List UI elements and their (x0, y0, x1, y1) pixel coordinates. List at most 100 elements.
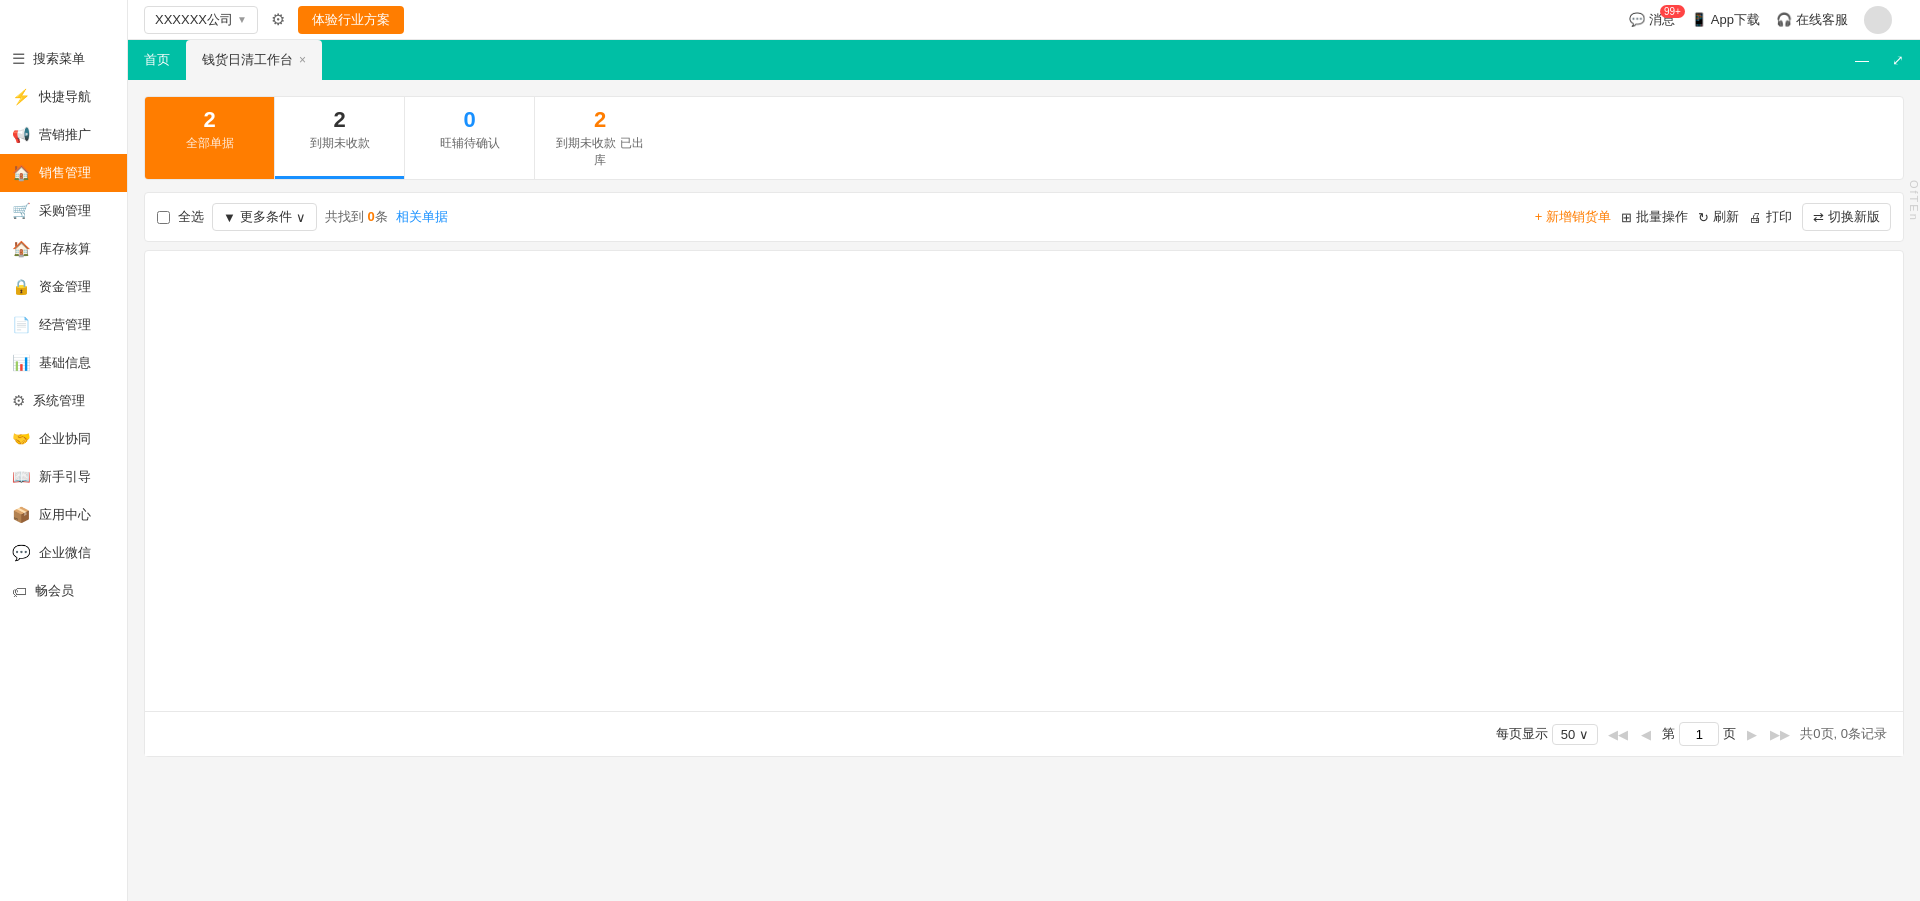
tab-home[interactable]: 首页 (128, 40, 186, 80)
company-dropdown-arrow: ▼ (237, 14, 247, 25)
settings-button[interactable]: ⚙ (264, 6, 292, 34)
inventory-icon: 🏠 (12, 240, 31, 258)
switch-label: 切换新版 (1828, 208, 1880, 226)
found-count: 0 (368, 209, 375, 224)
tab-qianhuoricin-label: 钱货日清工作台 (202, 51, 293, 69)
message-button[interactable]: 💬 消息 99+ (1629, 11, 1675, 29)
stats-overdue-count: 2 (291, 107, 388, 133)
purchase-icon: 🛒 (12, 202, 31, 220)
company-selector[interactable]: XXXXXX公司 ▼ (144, 6, 258, 34)
sidebar-item-enterprise[interactable]: 🤝 企业协同 (0, 420, 127, 458)
online-service-label: 在线客服 (1796, 11, 1848, 29)
sidebar-basicinfo-label: 基础信息 (39, 354, 91, 372)
beginner-icon: 📖 (12, 468, 31, 486)
finance-icon: 🔒 (12, 278, 31, 296)
nav-tabs: 首页 钱货日清工作台 × — ⤢ (128, 40, 1920, 80)
select-all-label: 全选 (178, 208, 204, 226)
select-all-checkbox[interactable] (157, 211, 170, 224)
toolbar: 全选 ▼ 更多条件 ∨ 共找到 0条 相关单据 + 新增销货单 ⊞ 批量操作 ↻… (144, 192, 1904, 242)
sales-icon: 🏠 (12, 164, 31, 182)
related-orders-link[interactable]: 相关单据 (396, 208, 448, 226)
per-page-arrow: ∨ (1579, 727, 1589, 742)
print-label: 打印 (1766, 208, 1792, 226)
stats-tab-overdue[interactable]: 2 到期未收款 (275, 97, 405, 179)
stats-tabs: 2 全部单据 2 到期未收款 0 旺辅待确认 2 到期未收款 已出库 (144, 96, 1904, 180)
tab-home-label: 首页 (144, 51, 170, 69)
sidebar-item-operations[interactable]: 📄 经营管理 (0, 306, 127, 344)
add-order-button[interactable]: + 新增销货单 (1535, 208, 1611, 226)
sidebar-item-wechat[interactable]: 💬 企业微信 (0, 534, 127, 572)
more-filter-button[interactable]: ▼ 更多条件 ∨ (212, 203, 317, 231)
sidebar-beginner-label: 新手引导 (39, 468, 91, 486)
search-menu-icon: ☰ (12, 50, 25, 68)
toolbar-right: + 新增销货单 ⊞ 批量操作 ↻ 刷新 🖨 打印 ⇄ 切换新版 (1535, 203, 1891, 231)
sidebar-item-quicknav[interactable]: ⚡ 快捷导航 (0, 78, 127, 116)
company-name: XXXXXX公司 (155, 11, 233, 29)
operations-icon: 📄 (12, 316, 31, 334)
app-download-button[interactable]: 📱 App下载 (1691, 11, 1760, 29)
member-icon: 🏷 (12, 583, 27, 600)
page-input[interactable] (1679, 722, 1719, 746)
message-icon: 💬 (1629, 12, 1645, 27)
stats-overdue-shipped-label: 到期未收款 已出库 (551, 135, 649, 169)
sidebar-item-purchase[interactable]: 🛒 采购管理 (0, 192, 127, 230)
tab-qianhuoricin[interactable]: 钱货日清工作台 × (186, 40, 322, 80)
stats-all-label: 全部单据 (161, 135, 258, 152)
total-text: 共0页, 0条记录 (1800, 725, 1887, 743)
sidebar-search-label: 搜索菜单 (33, 50, 85, 68)
refresh-icon: ↻ (1698, 210, 1709, 225)
first-page-button[interactable]: ◀◀ (1606, 722, 1630, 746)
appcenter-icon: 📦 (12, 506, 31, 524)
sidebar-item-search[interactable]: ☰ 搜索菜单 (0, 40, 127, 78)
marketing-icon: 📢 (12, 126, 31, 144)
stats-tab-pending[interactable]: 0 旺辅待确认 (405, 97, 535, 179)
sidebar-quicknav-label: 快捷导航 (39, 88, 91, 106)
stats-tab-overdue-shipped[interactable]: 2 到期未收款 已出库 (535, 97, 665, 179)
sidebar-appcenter-label: 应用中心 (39, 506, 91, 524)
prev-page-button[interactable]: ◀ (1634, 722, 1658, 746)
tab-maximize-button[interactable]: ⤢ (1884, 46, 1912, 74)
system-icon: ⚙ (12, 392, 25, 410)
top-bar-right: 💬 消息 99+ 📱 App下载 🎧 在线客服 (1629, 6, 1908, 34)
experience-button[interactable]: 体验行业方案 (298, 6, 404, 34)
sidebar-item-marketing[interactable]: 📢 营销推广 (0, 116, 127, 154)
tab-minimize-button[interactable]: — (1848, 46, 1876, 74)
sidebar-item-sales[interactable]: 🏠 销售管理 (0, 154, 127, 192)
sidebar-item-basicinfo[interactable]: 📊 基础信息 (0, 344, 127, 382)
page-suffix: 页 (1723, 725, 1736, 743)
sidebar-sales-label: 销售管理 (39, 164, 91, 182)
refresh-button[interactable]: ↻ 刷新 (1698, 208, 1739, 226)
stats-overdue-label: 到期未收款 (291, 135, 388, 152)
print-icon: 🖨 (1749, 210, 1762, 225)
sidebar-item-inventory[interactable]: 🏠 库存核算 (0, 230, 127, 268)
app-download-icon: 📱 (1691, 12, 1707, 27)
message-badge: 99+ (1660, 5, 1685, 18)
sidebar: ☰ 搜索菜单 ⚡ 快捷导航 📢 营销推广 🏠 销售管理 🛒 采购管理 🏠 库存核… (0, 0, 128, 901)
user-avatar[interactable] (1864, 6, 1892, 34)
batch-operation-button[interactable]: ⊞ 批量操作 (1621, 208, 1688, 226)
sidebar-item-appcenter[interactable]: 📦 应用中心 (0, 496, 127, 534)
per-page-selector: 每页显示 50 ∨ (1496, 724, 1598, 745)
stats-tab-all[interactable]: 2 全部单据 (145, 97, 275, 179)
filter-icon: ▼ (223, 210, 236, 225)
sidebar-operations-label: 经营管理 (39, 316, 91, 334)
tab-close-icon[interactable]: × (299, 53, 306, 67)
sidebar-item-beginner[interactable]: 📖 新手引导 (0, 458, 127, 496)
headset-icon: 🎧 (1776, 12, 1792, 27)
switch-version-button[interactable]: ⇄ 切换新版 (1802, 203, 1891, 231)
filter-label: 更多条件 (240, 208, 292, 226)
sidebar-item-finance[interactable]: 🔒 资金管理 (0, 268, 127, 306)
next-page-button[interactable]: ▶ (1740, 722, 1764, 746)
print-button[interactable]: 🖨 打印 (1749, 208, 1792, 226)
per-page-select-box[interactable]: 50 ∨ (1552, 724, 1598, 745)
wechat-icon: 💬 (12, 544, 31, 562)
basicinfo-icon: 📊 (12, 354, 31, 372)
stats-overdue-shipped-count: 2 (551, 107, 649, 133)
online-service-button[interactable]: 🎧 在线客服 (1776, 11, 1848, 29)
main-content: 2 全部单据 2 到期未收款 0 旺辅待确认 2 到期未收款 已出库 全选 ▼ … (128, 80, 1920, 901)
sidebar-item-system[interactable]: ⚙ 系统管理 (0, 382, 127, 420)
sidebar-item-member[interactable]: 🏷 畅会员 (0, 572, 127, 610)
last-page-button[interactable]: ▶▶ (1768, 722, 1792, 746)
pagination-buttons: ◀◀ ◀ 第 页 ▶ ▶▶ (1606, 722, 1792, 746)
content-area: 每页显示 50 ∨ ◀◀ ◀ 第 页 ▶ ▶▶ 共0页, 0条记录 (144, 250, 1904, 757)
